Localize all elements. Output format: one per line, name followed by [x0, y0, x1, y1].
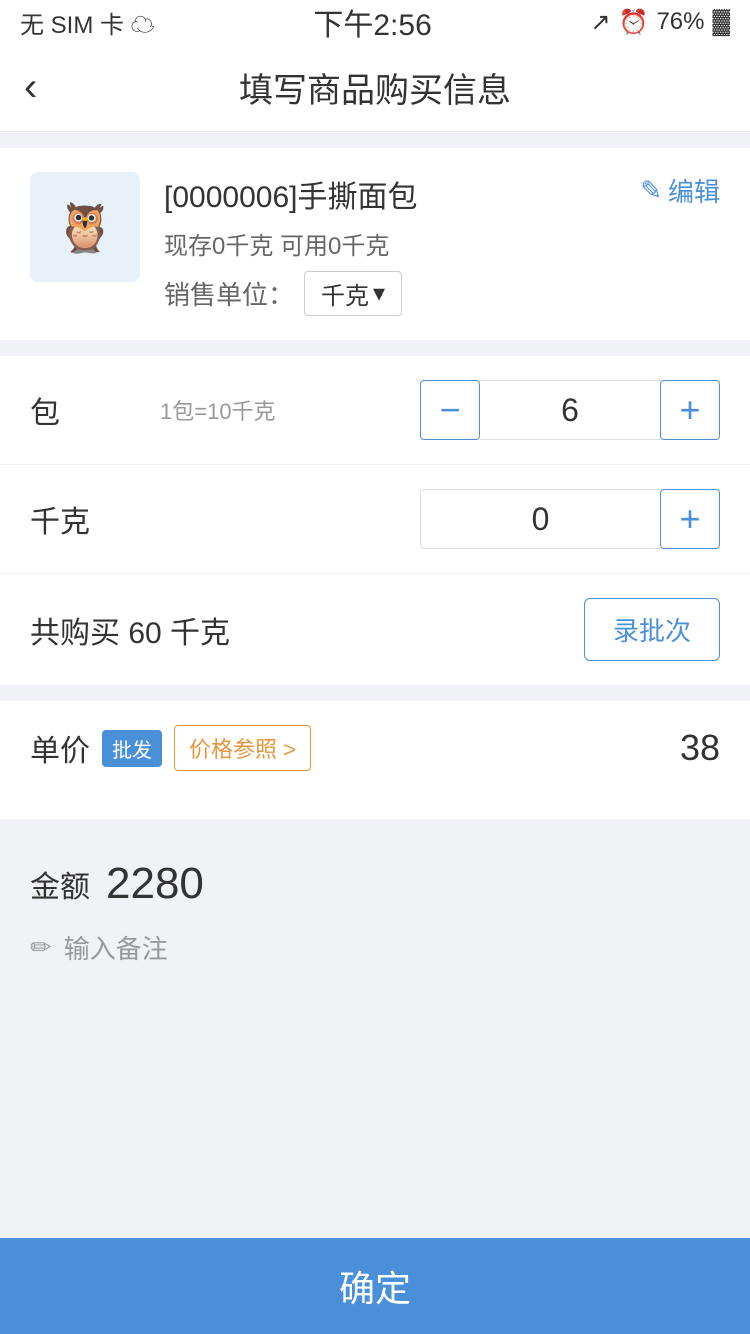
alarm-icon: ⏰ [619, 8, 649, 37]
kg-plus-button[interactable]: + [660, 489, 720, 549]
status-bar: 无 SIM 卡 ☁ 下午2:56 ↗ ⏰ 76% ▓ [0, 0, 750, 44]
page-title: 填写商品购买信息 [239, 63, 511, 112]
back-button[interactable]: ‹ [24, 65, 37, 110]
price-row: 单价 批发 价格参照 > 38 [30, 725, 720, 771]
unit-value: 千克 [321, 276, 369, 311]
kg-label: 千克 [30, 497, 150, 541]
status-bar-time: 下午2:56 [313, 0, 431, 44]
mid-divider-3 [0, 819, 750, 835]
product-unit-row: 销售单位： 千克 ▾ [164, 271, 720, 316]
price-label: 单价 [30, 726, 90, 770]
status-bar-right: ↗ ⏰ 76% ▓ [590, 8, 730, 37]
price-ref-button[interactable]: 价格参照 > [174, 725, 311, 771]
package-stepper: − + [420, 380, 720, 440]
confirm-button[interactable]: 确定 [0, 1238, 750, 1334]
amount-section: 金额 2280 ✏ 输入备注 [0, 835, 750, 982]
amount-label: 金额 [30, 862, 90, 906]
price-section: 单价 批发 价格参照 > 38 [0, 701, 750, 819]
kg-stepper: + [420, 489, 720, 549]
product-card: 🦉 [0000006]手撕面包 现存0千克 可用0千克 销售单位： 千克 ▾ ✎… [0, 148, 750, 340]
pencil-icon: ✏ [30, 932, 52, 963]
summary-text: 共购买 60 千克 [30, 608, 230, 652]
location-icon: ↗ [590, 8, 610, 37]
nav-bar: ‹ 填写商品购买信息 [0, 44, 750, 132]
chevron-down-icon: ▾ [373, 279, 385, 308]
package-minus-button[interactable]: − [420, 380, 480, 440]
kg-row: 千克 + [0, 465, 750, 574]
note-row[interactable]: ✏ 输入备注 [30, 929, 720, 966]
mid-divider-2 [0, 685, 750, 701]
batch-button[interactable]: 录批次 [584, 598, 720, 661]
package-input[interactable] [480, 380, 660, 440]
battery-level: 76% [656, 8, 704, 36]
amount-value: 2280 [106, 859, 204, 909]
edit-label: 编辑 [668, 172, 720, 209]
top-divider [0, 132, 750, 148]
edit-icon: ✎ [640, 175, 662, 206]
sim-status: 无 SIM 卡 ☁ [20, 5, 155, 40]
product-name: [0000006]手撕面包 [164, 172, 720, 216]
kg-input[interactable] [420, 489, 660, 549]
package-row: 包 1包=10千克 − + [0, 356, 750, 465]
product-info: [0000006]手撕面包 现存0千克 可用0千克 销售单位： 千克 ▾ [164, 172, 720, 316]
summary-row: 共购买 60 千克 录批次 [0, 574, 750, 685]
price-tag: 批发 [102, 730, 162, 767]
unit-label: 销售单位： [164, 275, 294, 312]
status-bar-left: 无 SIM 卡 ☁ [20, 5, 155, 40]
package-hint: 1包=10千克 [160, 394, 420, 426]
price-left: 单价 批发 价格参照 > [30, 725, 311, 771]
battery-icon: ▓ [712, 8, 730, 36]
unit-select[interactable]: 千克 ▾ [304, 271, 402, 316]
product-stock: 现存0千克 可用0千克 [164, 226, 720, 261]
mid-divider-1 [0, 340, 750, 356]
product-logo-icon: 🦉 [55, 199, 115, 256]
edit-button[interactable]: ✎ 编辑 [640, 172, 720, 209]
price-value: 38 [680, 727, 720, 769]
note-placeholder[interactable]: 输入备注 [64, 929, 168, 966]
amount-row: 金额 2280 [30, 859, 720, 909]
input-section: 包 1包=10千克 − + 千克 + [0, 356, 750, 574]
package-label: 包 [30, 388, 150, 432]
product-thumbnail: 🦉 [30, 172, 140, 282]
package-plus-button[interactable]: + [660, 380, 720, 440]
